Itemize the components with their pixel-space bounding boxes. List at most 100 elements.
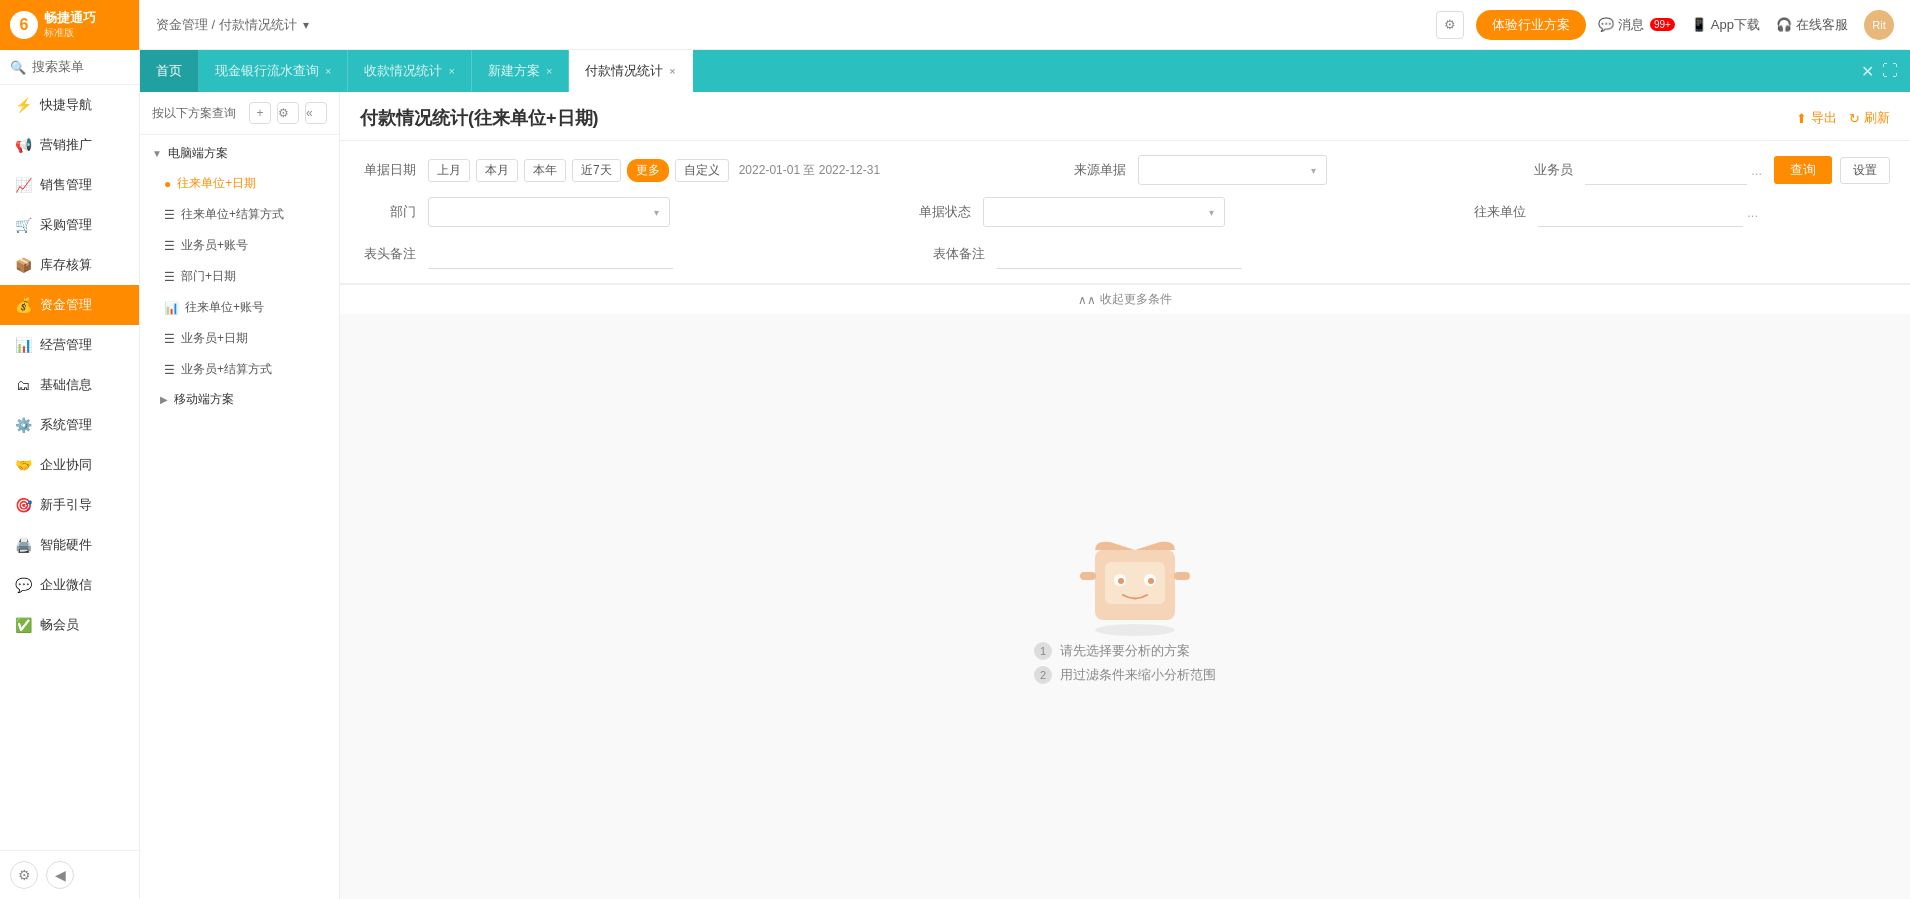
sidebar-item-sales[interactable]: 📈 销售管理 — [0, 165, 139, 205]
scheme-collapse-btn[interactable]: « — [305, 102, 327, 124]
sidebar-item-system[interactable]: ⚙️ 系统管理 — [0, 405, 139, 445]
scheme-item-partner-settle[interactable]: ☰ 往来单位+结算方式 — [140, 199, 339, 230]
sidebar-item-inventory[interactable]: 📦 库存核算 — [0, 245, 139, 285]
hint-text-2: 用过滤条件来缩小分析范围 — [1060, 666, 1216, 684]
guide-icon: 🎯 — [14, 496, 32, 514]
sidebar-item-marketing[interactable]: 📢 营销推广 — [0, 125, 139, 165]
svg-point-5 — [1118, 578, 1124, 584]
date-btn-this-year[interactable]: 本年 — [524, 159, 566, 182]
sidebar-item-hardware[interactable]: 🖨️ 智能硬件 — [0, 525, 139, 565]
scheme-item-partner-account[interactable]: 📊 往来单位+账号 — [140, 292, 339, 323]
voucher-date-label: 单据日期 — [360, 161, 416, 179]
hint-text-1: 请先选择要分析的方案 — [1060, 642, 1190, 660]
query-btn[interactable]: 查询 — [1774, 156, 1832, 184]
settings-bottom-btn[interactable]: ⚙ — [10, 861, 38, 889]
tabbar: 首页 现金银行流水查询 × 收款情况统计 × 新建方案 × 付款情况统计 × ✕… — [140, 50, 1910, 92]
tab-receipts-close[interactable]: × — [448, 66, 454, 77]
date-btn-7days[interactable]: 近7天 — [572, 159, 621, 182]
tab-cashflow-close[interactable]: × — [325, 66, 331, 77]
sidebar-item-quick-nav[interactable]: ⚡ 快捷导航 — [0, 85, 139, 125]
refresh-btn[interactable]: ↻ 刷新 — [1849, 109, 1890, 127]
hint-item-1: 1 请先选择要分析的方案 — [1034, 642, 1216, 660]
topbar-actions: 💬 消息 99+ 📱 App下载 🎧 在线客服 Rit — [1598, 10, 1894, 40]
breadcrumb-dropdown[interactable]: ▾ — [303, 18, 309, 32]
sidebar-item-enterprise[interactable]: 🤝 企业协同 — [0, 445, 139, 485]
dept-select-arrow: ▾ — [654, 207, 659, 218]
collapse-more-btn[interactable]: ∧∧ 收起更多条件 — [340, 284, 1910, 314]
main-area: 资金管理 / 付款情况统计 ▾ ⚙ 体验行业方案 💬 消息 99+ 📱 App下… — [140, 0, 1910, 899]
scheme-item-partner-date[interactable]: ● 往来单位+日期 — [140, 168, 339, 199]
staff-more-btn[interactable]: ... — [1751, 163, 1762, 178]
scheme-item-icon: ☰ — [164, 208, 175, 222]
scheme-item-staff-date[interactable]: ☰ 业务员+日期 — [140, 323, 339, 354]
scheme-item-staff-account[interactable]: ☰ 业务员+账号 — [140, 230, 339, 261]
scheme-group-mobile-arrow: ▶ — [160, 394, 168, 405]
date-btn-this-month[interactable]: 本月 — [476, 159, 518, 182]
tab-cashflow[interactable]: 现金银行流水查询 × — [199, 50, 348, 92]
avatar-text: Rit — [1872, 19, 1885, 31]
scheme-item-label: 业务员+账号 — [181, 237, 248, 254]
sidebar-item-operations[interactable]: 📊 经营管理 — [0, 325, 139, 365]
app-download-btn[interactable]: 📱 App下载 — [1691, 16, 1760, 34]
sidebar-item-purchase[interactable]: 🛒 采购管理 — [0, 205, 139, 245]
date-btn-more[interactable]: 更多 — [627, 159, 669, 182]
sidebar-item-label: 基础信息 — [40, 376, 92, 394]
source-label: 来源单据 — [1070, 161, 1126, 179]
message-btn[interactable]: 💬 消息 99+ — [1598, 16, 1675, 34]
sidebar-item-label: 企业微信 — [40, 576, 92, 594]
user-avatar[interactable]: Rit — [1864, 10, 1894, 40]
sidebar: 6 畅捷通巧 标准版 🔍 搜索菜单 ⚡ 快捷导航 📢 营销推广 📈 销售管理 🛒… — [0, 0, 140, 899]
filter-row-1: 单据日期 上月 本月 本年 近7天 更多 自定义 2022-01-01 至 20… — [360, 155, 1890, 185]
close-all-tabs-btn[interactable]: ✕ — [1861, 62, 1874, 81]
date-btn-group: 上月 本月 本年 近7天 更多 自定义 2022-01-01 至 2022-12… — [428, 159, 880, 182]
partner-more-btn[interactable]: ... — [1747, 205, 1758, 220]
topbar-settings-btn[interactable]: ⚙ — [1436, 11, 1464, 39]
tab-new-scheme-close[interactable]: × — [546, 66, 552, 77]
sidebar-item-funds[interactable]: 💰 资金管理 — [0, 285, 139, 325]
content-area: 付款情况统计(往来单位+日期) ⬆ 导出 ↻ 刷新 单据日期 — [340, 92, 1910, 899]
trial-btn[interactable]: 体验行业方案 — [1476, 10, 1586, 40]
tab-payment-close[interactable]: × — [669, 66, 675, 77]
export-icon: ⬆ — [1796, 111, 1807, 126]
scheme-group-desktop-toggle[interactable]: ▼ 电脑端方案 — [140, 139, 339, 168]
date-btn-custom[interactable]: 自定义 — [675, 159, 729, 182]
scheme-group-desktop: ▼ 电脑端方案 ● 往来单位+日期 ☰ 往来单位+结算方式 ☰ 业务员+账号 ☰ — [140, 139, 339, 385]
dept-select[interactable]: ▾ — [428, 197, 670, 227]
sidebar-item-guide[interactable]: 🎯 新手引导 — [0, 485, 139, 525]
tab-new-scheme[interactable]: 新建方案 × — [472, 50, 569, 92]
sidebar-item-wechat[interactable]: 💬 企业微信 — [0, 565, 139, 605]
add-scheme-btn[interactable]: + — [249, 102, 271, 124]
scheme-settings-btn[interactable]: ⚙ — [277, 102, 299, 124]
staff-input[interactable] — [1585, 155, 1747, 185]
date-btn-last-month[interactable]: 上月 — [428, 159, 470, 182]
scheme-item-dept-date[interactable]: ☰ 部门+日期 — [140, 261, 339, 292]
page-title: 付款情况统计(往来单位+日期) — [360, 106, 599, 130]
sidebar-item-basic[interactable]: 🗂 基础信息 — [0, 365, 139, 405]
scheme-group-mobile-toggle[interactable]: ▶ 移动端方案 — [140, 385, 339, 414]
tab-payment[interactable]: 付款情况统计 × — [569, 50, 692, 92]
basic-icon: 🗂 — [14, 376, 32, 394]
search-menu[interactable]: 🔍 搜索菜单 — [0, 50, 139, 85]
voucher-status-select[interactable]: ▾ — [983, 197, 1225, 227]
body-note-input[interactable] — [997, 239, 1242, 269]
filter-settings-btn[interactable]: 设置 — [1840, 157, 1890, 184]
service-btn[interactable]: 🎧 在线客服 — [1776, 16, 1848, 34]
sidebar-item-label: 采购管理 — [40, 216, 92, 234]
scheme-item-icon: ☰ — [164, 332, 175, 346]
logo-name: 畅捷通巧 — [44, 10, 96, 26]
page-header-actions: ⬆ 导出 ↻ 刷新 — [1796, 109, 1890, 127]
scheme-item-staff-settle[interactable]: ☰ 业务员+结算方式 — [140, 354, 339, 385]
staff-label: 业务员 — [1517, 161, 1573, 179]
source-select[interactable]: ▾ — [1138, 155, 1326, 185]
tab-receipts[interactable]: 收款情况统计 × — [348, 50, 471, 92]
service-label: 在线客服 — [1796, 16, 1848, 34]
tab-receipts-label: 收款情况统计 — [364, 62, 442, 80]
expand-tab-btn[interactable]: ⛶ — [1882, 62, 1898, 80]
export-btn[interactable]: ⬆ 导出 — [1796, 109, 1837, 127]
header-note-input[interactable] — [428, 239, 673, 269]
tab-home[interactable]: 首页 — [140, 50, 199, 92]
partner-input[interactable] — [1538, 197, 1744, 227]
sidebar-logo: 6 畅捷通巧 标准版 — [0, 0, 139, 50]
collapse-sidebar-btn[interactable]: ◀ — [46, 861, 74, 889]
sidebar-item-member[interactable]: ✅ 畅会员 — [0, 605, 139, 645]
